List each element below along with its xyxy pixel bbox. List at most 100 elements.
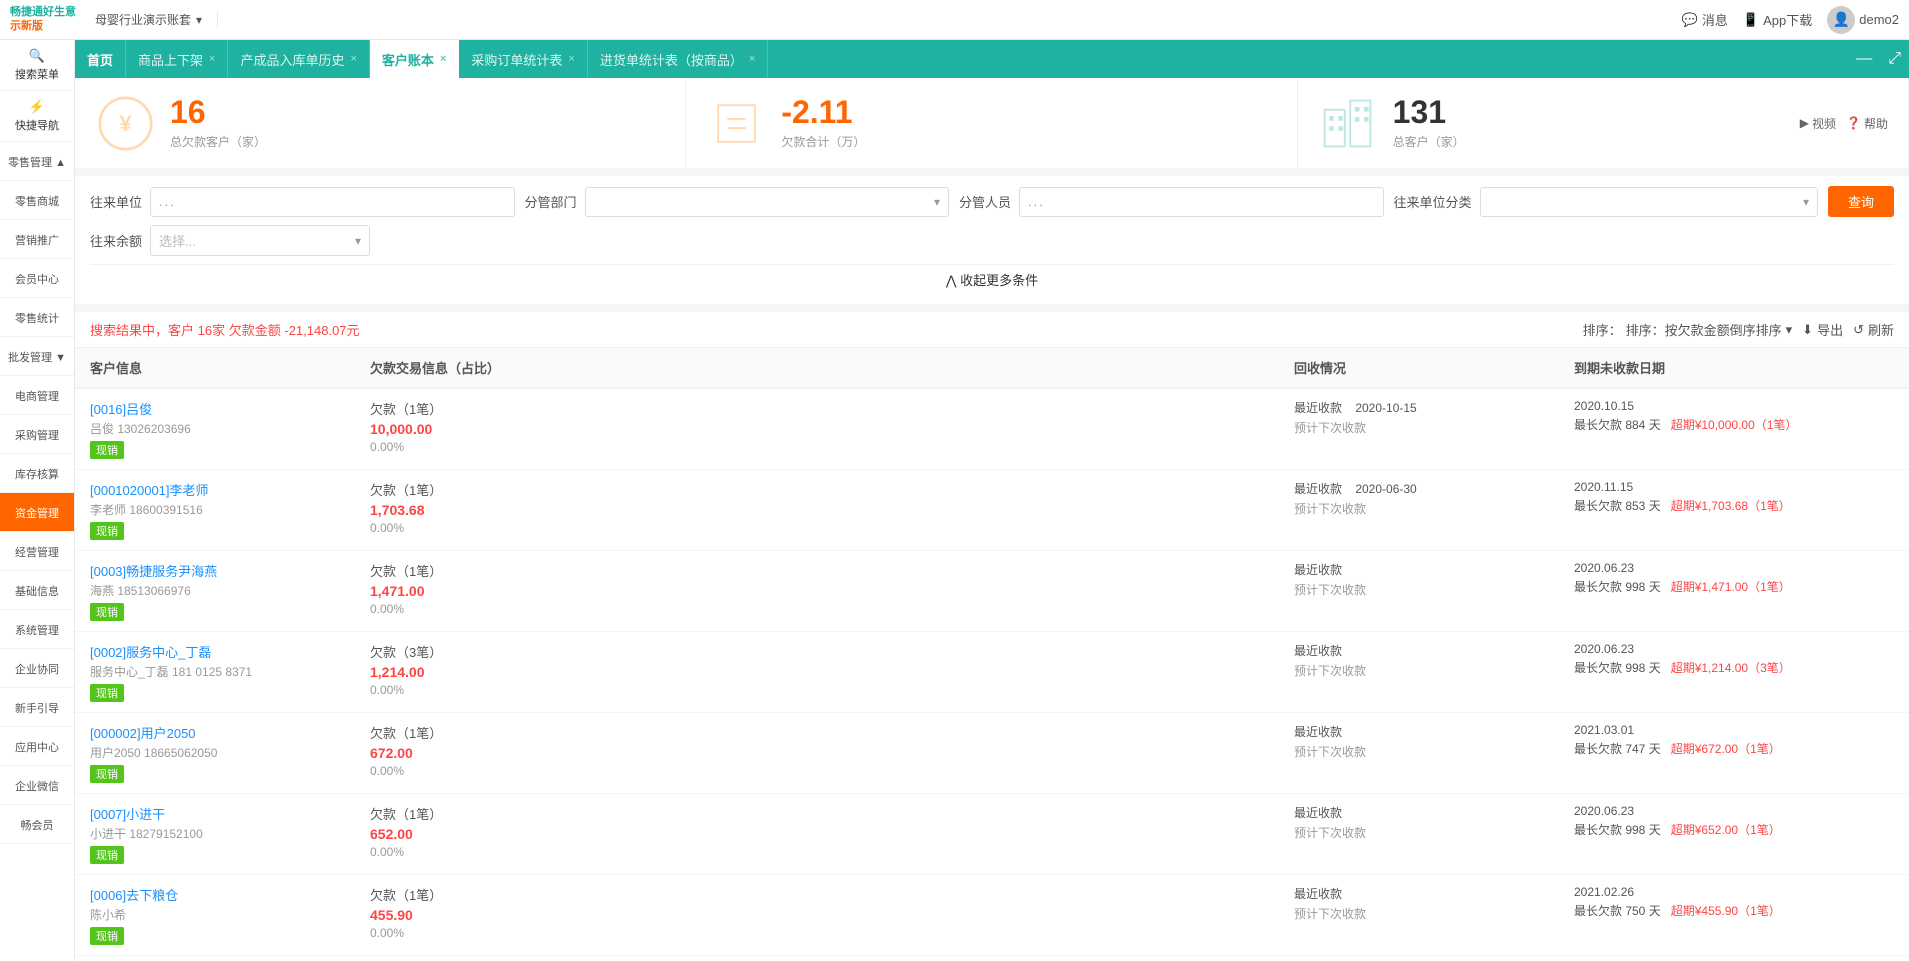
quick-nav-button[interactable]: ⚡ 快捷导航 — [0, 91, 74, 142]
overdue-amount[interactable]: 超期¥1,703.68（1笔） — [1671, 499, 1791, 513]
tab-product-listing[interactable]: 商品上下架 × — [126, 40, 228, 78]
help-button[interactable]: ❓ 帮助 — [1846, 115, 1888, 132]
customer-tag: 现销 — [90, 927, 124, 945]
recovery-next: 预计下次收款 — [1294, 662, 1574, 679]
minimize-button[interactable]: — — [1848, 50, 1880, 68]
sidebar-item-system-mgmt[interactable]: 系统管理 — [0, 610, 74, 649]
tab-product-history-label: 产成品入库单历史 — [240, 50, 344, 69]
due-info: 2020.11.15 最长欠款 853 天 超期¥1,703.68（1笔） — [1574, 480, 1894, 540]
debt-amount[interactable]: 652.00 — [370, 826, 1294, 842]
sidebar-item-app-center[interactable]: 应用中心 — [0, 727, 74, 766]
tab-purchase-order-stats[interactable]: 采购订单统计表 × — [459, 40, 587, 78]
customer-name[interactable]: [0006]去下粮仓 — [90, 885, 370, 904]
customer-name[interactable]: [000002]用户2050 — [90, 723, 370, 742]
customer-tag: 现销 — [90, 441, 124, 459]
maximize-button[interactable]: ⤢ — [1880, 50, 1909, 68]
export-button[interactable]: ⬇ 导出 — [1802, 320, 1843, 339]
debt-customers-info: 16 总欠款客户（家） — [170, 96, 266, 150]
debt-ratio: 0.00% — [370, 764, 1294, 778]
debt-count: 欠款（1笔） — [370, 723, 1294, 742]
overdue-amount[interactable]: 超期¥1,471.00（1笔） — [1671, 580, 1791, 594]
unit-category-select[interactable]: ▾ — [1480, 187, 1818, 217]
result-actions: 排序： 排序：按欠款金额倒序排序 ▾ ⬇ 导出 ↺ 刷新 — [1583, 320, 1894, 339]
sort-selector[interactable]: 排序： 排序：按欠款金额倒序排序 ▾ — [1583, 320, 1793, 339]
message-button[interactable]: 💬 消息 — [1682, 10, 1728, 29]
sidebar-item-member-center[interactable]: 会员中心 — [0, 259, 74, 298]
debt-ratio: 0.00% — [370, 521, 1294, 535]
dept-select[interactable]: ▾ — [585, 187, 949, 217]
search-menu-button[interactable]: 🔍 搜索菜单 — [0, 40, 74, 91]
close-icon[interactable]: × — [568, 53, 574, 65]
balance-select[interactable]: 选择... ▾ — [150, 225, 370, 256]
debt-amount[interactable]: 10,000.00 — [370, 421, 1294, 437]
video-button[interactable]: ▶ 视频 — [1800, 115, 1836, 132]
sidebar-item-wholesale-mgmt[interactable]: 批发管理 ▼ — [0, 337, 74, 376]
overdue-amount[interactable]: 超期¥672.00（1笔） — [1671, 742, 1781, 756]
sidebar-item-enterprise-collab[interactable]: 企业协同 — [0, 649, 74, 688]
export-icon: ⬇ — [1802, 322, 1813, 338]
tab-purchase-stats-by-product[interactable]: 进货单统计表（按商品） × — [588, 40, 768, 78]
filter-row-1: 往来单位 ... 分管部门 ▾ — [90, 186, 1894, 217]
close-icon[interactable]: × — [350, 53, 356, 65]
sidebar-item-retail-mall[interactable]: 零售商城 — [0, 181, 74, 220]
debt-amount[interactable]: 1,214.00 — [370, 664, 1294, 680]
person-input[interactable]: ... — [1019, 187, 1383, 217]
customer-phone: 小进干 18279152100 — [90, 825, 370, 842]
sidebar-item-operations[interactable]: 经营管理 — [0, 532, 74, 571]
debt-info: 欠款（1笔） 652.00 0.00% — [370, 804, 1294, 864]
company-selector[interactable]: 母婴行业演示账套 ▾ — [85, 11, 218, 28]
debt-amount[interactable]: 1,703.68 — [370, 502, 1294, 518]
refresh-button[interactable]: ↺ 刷新 — [1853, 320, 1894, 339]
tab-home[interactable]: 首页 — [75, 40, 126, 78]
due-info: 2020.06.23 最长欠款 998 天 超期¥1,471.00（1笔） — [1574, 561, 1894, 621]
debt-amount[interactable]: 1,471.00 — [370, 583, 1294, 599]
sidebar-item-changhui[interactable]: 畅会员 — [0, 805, 74, 844]
due-info: 2020.06.23 最长欠款 998 天 超期¥652.00（1笔） — [1574, 804, 1894, 864]
chevron-down-icon: ▾ — [355, 234, 361, 248]
sidebar-item-retail-mgmt[interactable]: 零售管理 ▲ — [0, 142, 74, 181]
debt-amount-number: -2.11 — [781, 96, 865, 128]
sidebar-item-marketing[interactable]: 营销推广 — [0, 220, 74, 259]
from-unit-input[interactable]: ... — [150, 187, 514, 217]
debt-amount[interactable]: 672.00 — [370, 745, 1294, 761]
sidebar-item-ecommerce[interactable]: 电商管理 — [0, 376, 74, 415]
sidebar-item-basic-info[interactable]: 基础信息 — [0, 571, 74, 610]
customer-name[interactable]: [0016]吕俊 — [90, 399, 370, 418]
overdue-amount[interactable]: 超期¥652.00（1笔） — [1671, 823, 1781, 837]
customer-name[interactable]: [0002]服务中心_丁磊 — [90, 642, 370, 661]
total-customers-number: 131 — [1393, 96, 1465, 128]
sidebar-item-finance[interactable]: 资金管理 — [0, 493, 74, 532]
customer-name[interactable]: [0003]畅捷服务尹海燕 — [90, 561, 370, 580]
close-icon[interactable]: × — [749, 53, 755, 65]
debt-amount[interactable]: 455.90 — [370, 907, 1294, 923]
app-download-button[interactable]: 📱 App下载 — [1743, 10, 1812, 29]
recovery-next: 预计下次收款 — [1294, 500, 1574, 517]
tab-customer-ledger[interactable]: 客户账本 × — [370, 40, 459, 78]
balance-label: 往来余额 — [90, 231, 142, 250]
sort-label: 排序： — [1583, 320, 1622, 339]
balance-filter: 往来余额 选择... ▾ — [90, 225, 370, 256]
debt-count: 欠款（1笔） — [370, 399, 1294, 418]
tab-product-history[interactable]: 产成品入库单历史 × — [228, 40, 369, 78]
unit-category-filter: 往来单位分类 ▾ — [1394, 187, 1819, 217]
due-date: 2020.06.23 — [1574, 804, 1894, 818]
table-row: [0003]畅捷服务尹海燕 海燕 18513066976 现销 欠款（1笔） 1… — [75, 551, 1909, 632]
customer-name[interactable]: [0007]小进干 — [90, 804, 370, 823]
collapse-filter-button[interactable]: ⋀ 收起更多条件 — [90, 264, 1894, 294]
from-unit-filter: 往来单位 ... — [90, 187, 515, 217]
customer-name[interactable]: [0001020001]李老师 — [90, 480, 370, 499]
close-icon[interactable]: × — [209, 53, 215, 65]
user-profile[interactable]: 👤 demo2 — [1827, 6, 1899, 34]
overdue-amount[interactable]: 超期¥1,214.00（3笔） — [1671, 661, 1791, 675]
building-icon — [1318, 93, 1378, 153]
sidebar-item-newbie-guide[interactable]: 新手引导 — [0, 688, 74, 727]
sidebar-item-purchase-mgmt[interactable]: 采购管理 — [0, 415, 74, 454]
query-button[interactable]: 查询 — [1828, 186, 1894, 217]
sidebar-item-enterprise-wechat[interactable]: 企业微信 — [0, 766, 74, 805]
sidebar-item-retail-stats[interactable]: 零售统计 — [0, 298, 74, 337]
sidebar-item-inventory[interactable]: 库存核算 — [0, 454, 74, 493]
overdue-amount[interactable]: 超期¥455.90（1笔） — [1671, 904, 1781, 918]
close-icon[interactable]: × — [440, 53, 446, 65]
overdue-amount[interactable]: 超期¥10,000.00（1笔） — [1671, 418, 1798, 432]
logo-text: 畅捷通好生意 示新版 — [10, 6, 76, 32]
